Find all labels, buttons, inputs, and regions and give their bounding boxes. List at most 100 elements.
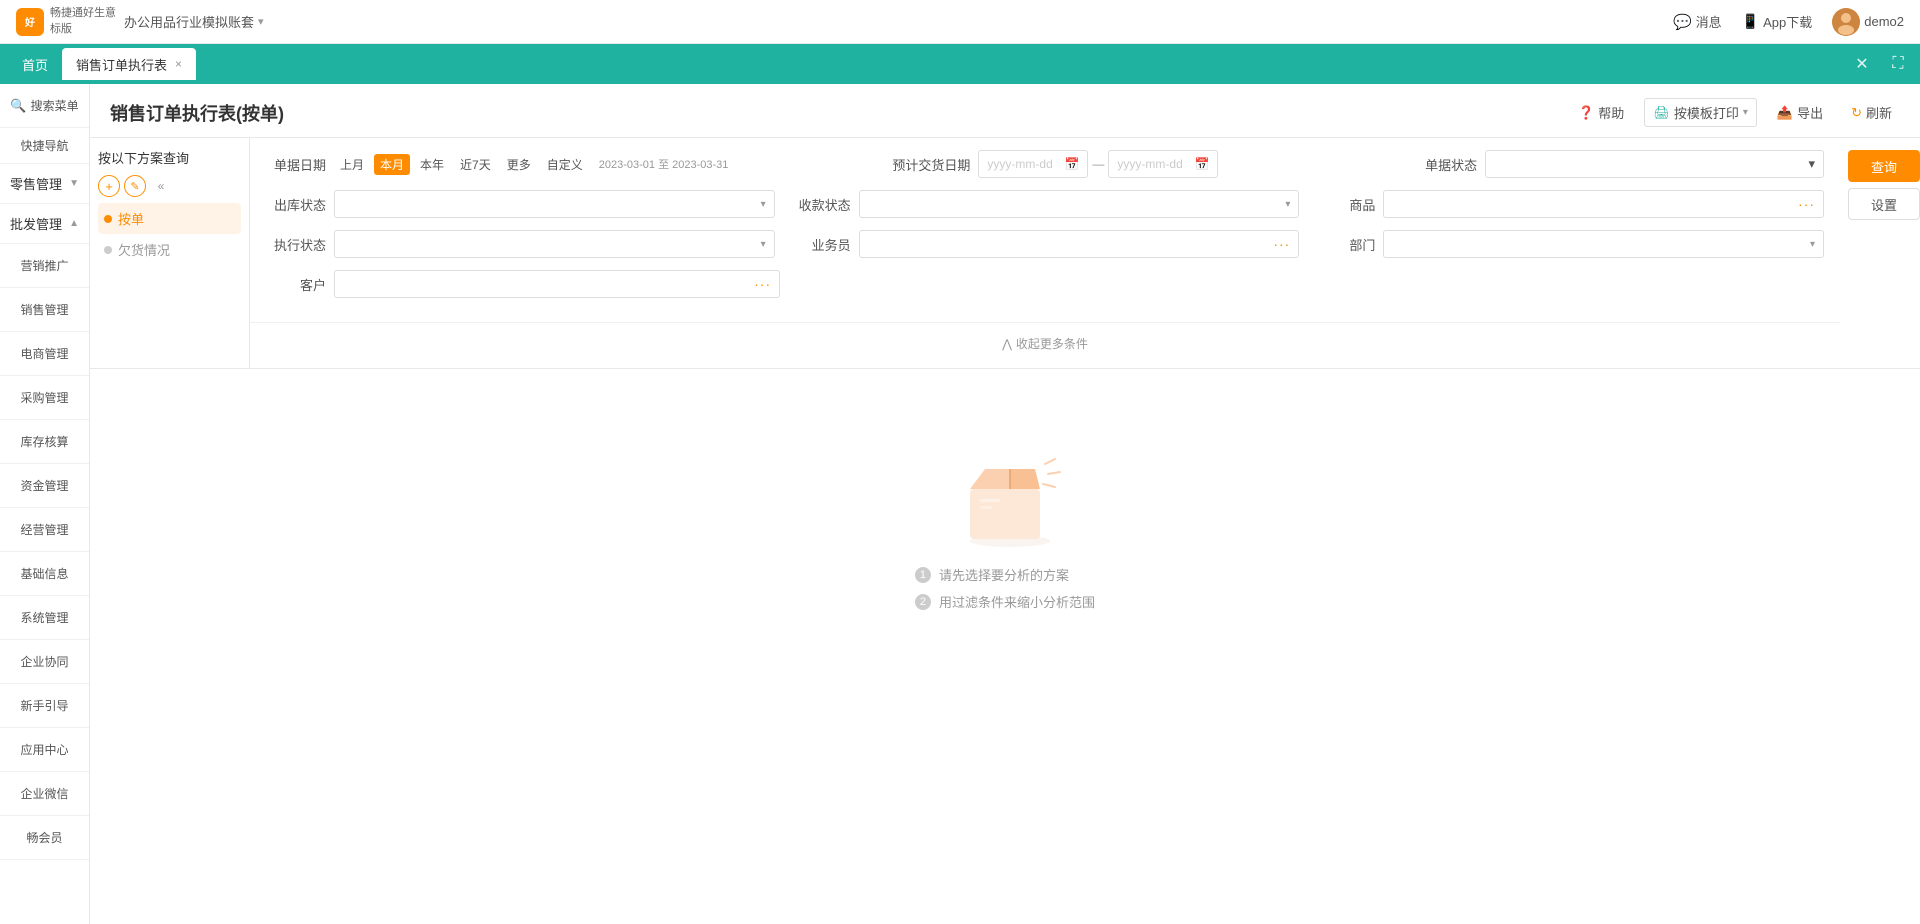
sidebar-item-finance[interactable]: 资金管理	[0, 464, 89, 508]
date-range-text: 2023-03-01 至 2023-03-31	[599, 156, 729, 172]
tab-sales-order[interactable]: 销售订单执行表 ×	[62, 48, 196, 80]
date-tab-last-month[interactable]: 上月	[334, 154, 370, 175]
logo-text: 畅捷通好生意 标版	[50, 6, 116, 37]
empty-state: 1 请先选择要分析的方案 2 用过滤条件来缩小分析范围	[90, 369, 1920, 691]
filter-field-customer: 客户 ···	[266, 270, 780, 298]
message-action[interactable]: 💬 消息	[1673, 12, 1722, 31]
date-tab-7days[interactable]: 近7天	[454, 154, 497, 175]
scheme-item-2[interactable]: 欠货情况	[98, 234, 241, 265]
tab-close-window-btn[interactable]: ✕	[1848, 50, 1876, 78]
breadcrumb-dropdown-icon[interactable]: ▾	[258, 15, 264, 28]
breadcrumb-text: 办公用品行业模拟账套	[124, 12, 254, 31]
breadcrumb-area[interactable]: 办公用品行业模拟账套 ▾	[124, 12, 264, 31]
scheme-add-btn[interactable]: +	[98, 175, 120, 197]
sidebar-item-operation[interactable]: 经营管理	[0, 508, 89, 552]
app-download-action[interactable]: 📱 App下载	[1742, 12, 1813, 31]
message-label: 消息	[1696, 12, 1722, 31]
sidebar-quick-nav[interactable]: 快捷导航	[0, 128, 89, 164]
search-label: 搜索菜单	[31, 97, 79, 114]
scheme-dot-2	[104, 246, 112, 254]
filter-field-goods: 商品 ···	[1315, 190, 1824, 218]
sidebar-item-purchase[interactable]: 采购管理	[0, 376, 89, 420]
setting-btn[interactable]: 设置	[1848, 188, 1920, 220]
expected-date-to[interactable]: yyyy-mm-dd 📅	[1108, 150, 1218, 178]
template-print-btn[interactable]: 🖨 按模板打印 ▾	[1644, 98, 1757, 127]
exec-status-control[interactable]: ▾	[334, 230, 775, 258]
collapse-label: 收起更多条件	[1016, 335, 1088, 352]
empty-num-2: 2	[915, 594, 931, 610]
template-chevron-icon: ▾	[1743, 107, 1748, 118]
tab-maximize-btn[interactable]: ⛶	[1884, 50, 1912, 78]
out-status-label: 出库状态	[266, 195, 326, 214]
sidebar-item-sales[interactable]: 销售管理	[0, 288, 89, 332]
help-btn[interactable]: ❓ 帮助	[1570, 99, 1632, 126]
collapse-icon: ⋀	[1002, 337, 1012, 351]
sidebar-search[interactable]: 🔍 搜索菜单	[0, 84, 89, 128]
top-nav: 好 畅捷通好生意 标版 办公用品行业模拟账套 ▾ 💬 消息 📱 App下载 de…	[0, 0, 1920, 44]
sidebar-item-guide[interactable]: 新手引导	[0, 684, 89, 728]
sidebar-item-retail[interactable]: 零售管理 ▼	[0, 164, 89, 204]
sidebar-item-wholesale-label: 批发管理	[10, 214, 62, 233]
sidebar-item-wechat[interactable]: 企业微信	[0, 772, 89, 816]
sidebar-item-member[interactable]: 畅会员	[0, 816, 89, 860]
content-area: 销售订单执行表(按单) ❓ 帮助 🖨 按模板打印 ▾ 📤 导出	[90, 84, 1920, 924]
out-status-chevron: ▾	[761, 199, 766, 210]
tab-home[interactable]: 首页	[8, 48, 62, 80]
sidebar-item-inventory[interactable]: 库存核算	[0, 420, 89, 464]
sidebar-item-sales-label: 销售管理	[20, 301, 68, 318]
tab-close-icon[interactable]: ×	[175, 57, 182, 71]
message-icon: 💬	[1673, 13, 1692, 31]
date-tab-custom[interactable]: 自定义	[541, 154, 589, 175]
help-label: 帮助	[1598, 103, 1624, 122]
sidebar-item-system[interactable]: 系统管理	[0, 596, 89, 640]
filter-form: 单据日期 上月 本月 本年 近7天 更多 自定义	[250, 138, 1840, 322]
sidebar-item-wholesale[interactable]: 批发管理 ▲	[0, 204, 89, 244]
sidebar-item-purchase-label: 采购管理	[20, 389, 68, 406]
empty-text-item-1: 1 请先选择要分析的方案	[915, 565, 1095, 584]
scheme-item-1[interactable]: 按单	[98, 203, 241, 234]
customer-dots-icon: ···	[754, 276, 771, 292]
salesperson-control[interactable]: ···	[859, 230, 1300, 258]
collection-status-control[interactable]: ▾	[859, 190, 1300, 218]
customer-control[interactable]: ···	[334, 270, 780, 298]
salesperson-dots-icon: ···	[1273, 236, 1290, 252]
scheme-edit-btn[interactable]: ✎	[124, 175, 146, 197]
expected-date-label: 预计交货日期	[892, 155, 970, 174]
goods-control[interactable]: ···	[1383, 190, 1824, 218]
sidebar-item-operation-label: 经营管理	[20, 521, 68, 538]
sidebar-item-collab[interactable]: 企业协同	[0, 640, 89, 684]
user-name: demo2	[1864, 14, 1904, 29]
refresh-btn[interactable]: ↻ 刷新	[1843, 99, 1900, 126]
sidebar-item-member-label: 畅会员	[26, 829, 62, 846]
filter-field-dept: 部门 ▾	[1315, 230, 1824, 258]
calendar-icon-from: 📅	[1064, 157, 1079, 171]
user-profile[interactable]: demo2	[1832, 8, 1904, 36]
query-btn[interactable]: 查询	[1848, 150, 1920, 182]
sidebar-item-basic[interactable]: 基础信息	[0, 552, 89, 596]
sidebar-item-ecommerce[interactable]: 电商管理	[0, 332, 89, 376]
empty-line-2: 用过滤条件来缩小分析范围	[939, 592, 1095, 611]
scheme-collapse-btn[interactable]: «	[150, 175, 172, 197]
filter-field-out-status: 出库状态 ▾	[266, 190, 775, 218]
collapse-btn[interactable]: ⋀ 收起更多条件	[990, 331, 1100, 356]
date-tab-this-year[interactable]: 本年	[414, 154, 450, 175]
scheme-panel: 按以下方案查询 + ✎ « 按单 欠货情况	[90, 138, 250, 368]
scheme-label-2: 欠货情况	[118, 240, 170, 259]
sidebar-item-marketing[interactable]: 营销推广	[0, 244, 89, 288]
logo-area[interactable]: 好 畅捷通好生意 标版	[16, 6, 116, 37]
expected-date-from[interactable]: yyyy-mm-dd 📅	[978, 150, 1088, 178]
date-tab-this-month[interactable]: 本月	[374, 154, 410, 175]
dept-control[interactable]: ▾	[1383, 230, 1824, 258]
print-icon: 🖨	[1653, 105, 1670, 121]
export-btn[interactable]: 📤 导出	[1769, 99, 1831, 126]
sidebar-item-retail-label: 零售管理	[10, 174, 62, 193]
sidebar-item-app-center[interactable]: 应用中心	[0, 728, 89, 772]
out-status-control[interactable]: ▾	[334, 190, 775, 218]
collapse-bar: ⋀ 收起更多条件	[250, 322, 1840, 368]
date-tab-more[interactable]: 更多	[501, 154, 537, 175]
expected-date-group: yyyy-mm-dd 📅 — yyyy-mm-dd 📅	[978, 150, 1401, 178]
sidebar-item-collab-label: 企业协同	[20, 653, 68, 670]
page-container: 销售订单执行表(按单) ❓ 帮助 🖨 按模板打印 ▾ 📤 导出	[90, 84, 1920, 924]
doc-status-control[interactable]: ▾	[1485, 150, 1824, 178]
filter-row-4: 客户 ···	[266, 270, 1824, 298]
